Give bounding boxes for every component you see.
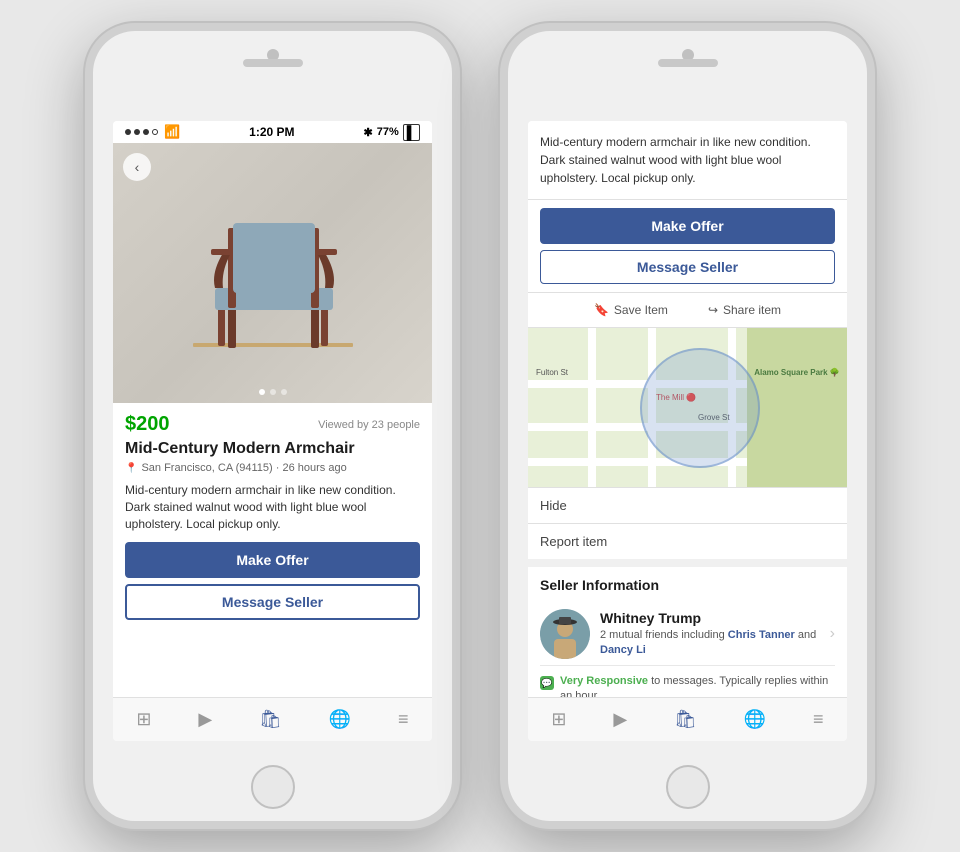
share-icon: ↪ [708,303,718,317]
signal-dot [125,129,131,135]
hide-row[interactable]: Hide [528,488,847,524]
phone-2: Mid-century modern armchair in like new … [500,23,875,829]
nav2-globe-icon[interactable]: 🌐 [744,709,766,730]
save-item-button[interactable]: 🔖 Save Item [594,303,668,317]
screen-1: 📶 1:20 PM ✱ 77% ▌ ‹ [113,121,432,741]
nav-video-icon[interactable]: ▶ [198,709,212,730]
save-share-row: 🔖 Save Item ↪ Share item [528,293,847,328]
friend2: Dancy Li [600,644,646,656]
vol-up-button [85,121,89,156]
map-park [747,328,847,488]
message-seller-button-2[interactable]: Message Seller [540,250,835,284]
back-button[interactable]: ‹ [123,153,151,181]
fulton-label: Fulton St [536,368,568,377]
mutual-friends-text: 2 mutual friends including Chris Tanner … [600,628,820,659]
speaker-2 [658,59,718,67]
signal-dot [134,129,140,135]
bookmark-icon: 🔖 [594,303,609,317]
responsive-row: 💬 Very Responsive to messages. Typically… [540,666,835,697]
location-circle [640,348,760,468]
nav-news-icon[interactable]: ⊞ [136,709,151,730]
product-content: $200 Viewed by 23 people Mid-Century Mod… [113,403,432,630]
location-text: San Francisco, CA (94115) · 26 hours ago [141,462,346,474]
make-offer-button[interactable]: Make Offer [125,542,420,578]
bottom-nav-2: ⊞ ▶ 🛍 🌐 ≡ [528,697,847,741]
responsive-icon: 💬 [540,676,554,690]
chevron-right-icon: › [830,625,835,643]
report-row[interactable]: Report item [528,524,847,567]
vol-up-button-2 [500,121,504,156]
signal-icons: 📶 [125,124,180,140]
vol-down-button-2 [500,171,504,206]
product-image: ‹ [113,143,432,403]
price: $200 [125,413,170,436]
responsive-text: Very Responsive to messages. Typically r… [560,674,835,697]
dot-1 [259,389,265,395]
seller-avatar [540,609,590,659]
action-buttons: Make Offer Message Seller [528,200,847,293]
speaker [243,59,303,67]
nav-menu-icon[interactable]: ≡ [398,709,409,730]
share-item-button[interactable]: ↪ Share item [708,303,781,317]
side-button-2 [871,131,875,181]
status-bar: 📶 1:20 PM ✱ 77% ▌ [113,121,432,143]
side-button [456,131,460,181]
screen-2: Mid-century modern armchair in like new … [528,121,847,741]
map-area: Alamo Square Park 🌳 Fulton St Grove St T… [528,328,847,488]
seller-info: Whitney Trump 2 mutual friends including… [600,610,820,659]
make-offer-button-2[interactable]: Make Offer [540,208,835,244]
location-row: 📍 San Francisco, CA (94115) · 26 hours a… [125,462,420,474]
report-text: Report item [540,534,607,549]
very-responsive-label: Very Responsive [560,675,648,687]
seller-section: Seller Information [528,567,847,697]
signal-dot [143,129,149,135]
chair-illustration [173,173,373,373]
vol-down-button [85,171,89,206]
message-seller-button[interactable]: Message Seller [125,584,420,620]
nav2-menu-icon[interactable]: ≡ [813,709,824,730]
bottom-nav: ⊞ ▶ 🛍 🌐 ≡ [113,697,432,741]
location-icon: 📍 [125,463,137,474]
product-title: Mid-Century Modern Armchair [125,440,420,458]
seller-section-title: Seller Information [540,577,835,593]
screen2-content: Mid-century modern armchair in like new … [528,121,847,697]
wifi-icon: 📶 [164,124,180,140]
home-button-2[interactable] [666,765,710,809]
description-text: Mid-century modern armchair in like new … [540,135,811,185]
nav2-video-icon[interactable]: ▶ [613,709,627,730]
battery-label: 77% [377,126,399,138]
nav-marketplace-icon[interactable]: 🛍 [259,709,282,730]
dot-2 [270,389,276,395]
battery-area: ✱ 77% ▌ [364,124,420,141]
avatar-illustration [540,609,590,659]
nav2-marketplace-icon[interactable]: 🛍 [674,709,697,730]
home-button[interactable] [251,765,295,809]
bluetooth-icon: ✱ [364,126,373,139]
park-label: Alamo Square Park 🌳 [752,368,842,377]
friend1: Chris Tanner [728,629,795,641]
image-dots [259,389,287,395]
seller-row[interactable]: Whitney Trump 2 mutual friends including… [540,603,835,666]
nav-globe-icon[interactable]: 🌐 [329,709,351,730]
dot-3 [281,389,287,395]
battery-icon: ▌ [403,124,420,141]
hide-text: Hide [540,498,567,513]
product-description: Mid-century modern armchair in like new … [125,482,420,532]
clock: 1:20 PM [249,125,294,139]
seller-name: Whitney Trump [600,610,820,626]
description-block: Mid-century modern armchair in like new … [528,121,847,200]
viewed-count: Viewed by 23 people [318,419,420,431]
share-label: Share item [723,303,781,317]
price-row: $200 Viewed by 23 people [125,413,420,436]
phone-1: 📶 1:20 PM ✱ 77% ▌ ‹ [85,23,460,829]
signal-dot [152,129,158,135]
save-label: Save Item [614,303,668,317]
nav2-news-icon[interactable]: ⊞ [551,709,566,730]
